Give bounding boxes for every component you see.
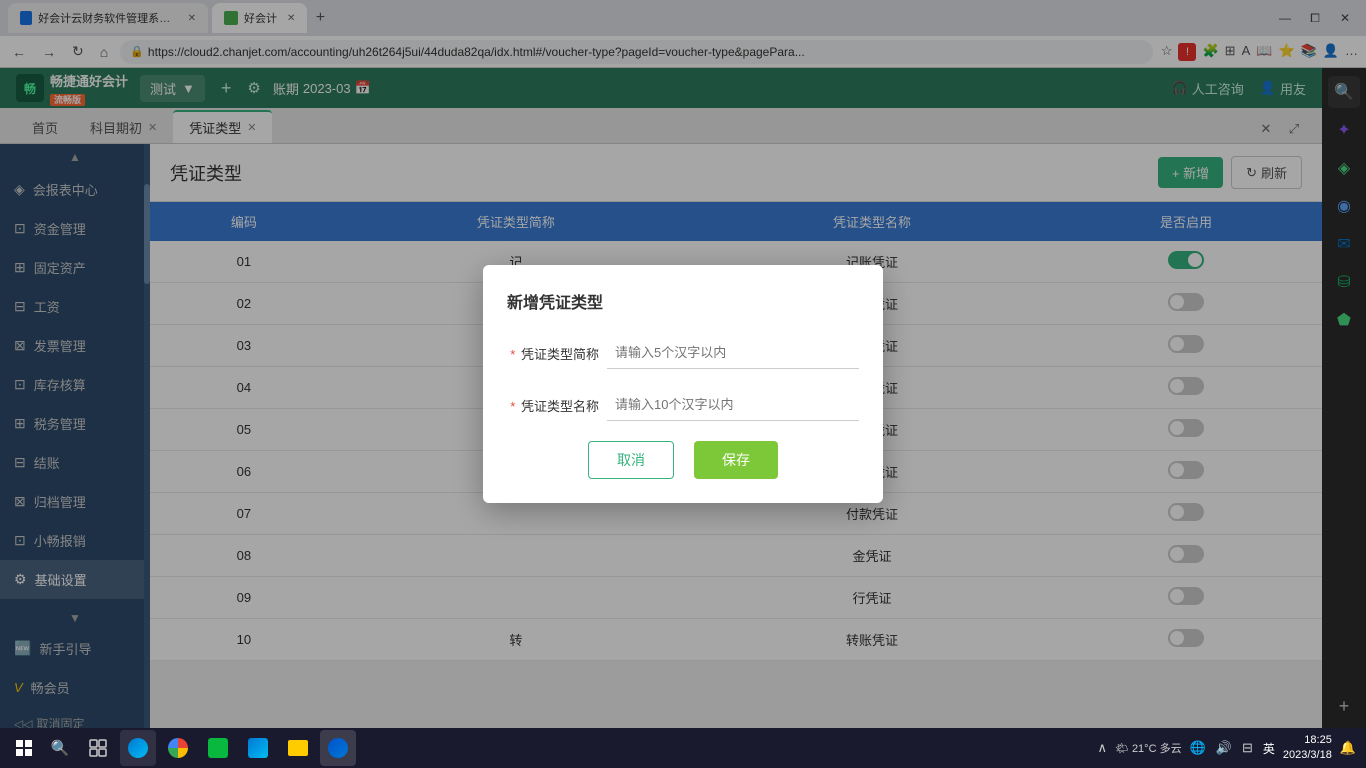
abbr-input[interactable] — [607, 337, 859, 369]
modal-title: 新增凭证类型 — [507, 289, 859, 313]
modal-label-abbr: * 凭证类型简称 — [507, 344, 607, 363]
taskbar-app-store[interactable] — [240, 730, 276, 766]
modal-box: 新增凭证类型 * 凭证类型简称 * 凭证类型名称 取消 保存 — [483, 265, 883, 503]
required-star-name: * — [510, 399, 515, 414]
battery-icon[interactable]: ⊟ — [1240, 740, 1255, 756]
weather-text: 21°C 多云 — [1132, 740, 1182, 756]
systray: ∧ — [1095, 740, 1109, 756]
taskbar-app-folder[interactable] — [280, 730, 316, 766]
modal-overlay: 新增凭证类型 * 凭证类型简称 * 凭证类型名称 取消 保存 — [0, 0, 1366, 768]
clock-date: 2023/3/18 — [1283, 748, 1332, 763]
weather-info: 🌤 21°C 多云 — [1115, 740, 1182, 756]
network-icon[interactable]: 🌐 — [1188, 740, 1208, 756]
clock[interactable]: 18:25 2023/3/18 — [1283, 733, 1332, 764]
taskbar-right: ∧ 🌤 21°C 多云 🌐 🔊 ⊟ 英 18:25 2023/3/18 🔔 — [1095, 733, 1358, 764]
taskbar-app-edge[interactable] — [120, 730, 156, 766]
notifications-icon[interactable]: 🔔 — [1338, 740, 1358, 756]
clock-time: 18:25 — [1283, 733, 1332, 748]
label-text-name: 凭证类型名称 — [521, 399, 599, 414]
taskbar: 🔍 ∧ 🌤 21°C 多云 🌐 🔊 ⊟ 英 18:25 2023/3/18 — [0, 728, 1366, 768]
taskbar-app-task-view[interactable] — [80, 730, 116, 766]
modal-field-name: * 凭证类型名称 — [507, 389, 859, 421]
taskbar-app-chrome[interactable] — [160, 730, 196, 766]
modal-field-abbr: * 凭证类型简称 — [507, 337, 859, 369]
start-button[interactable] — [8, 732, 40, 764]
taskbar-app-wechat[interactable] — [200, 730, 236, 766]
taskbar-app-edge2[interactable] — [320, 730, 356, 766]
sound-icon[interactable]: 🔊 — [1214, 740, 1234, 756]
name-input[interactable] — [607, 389, 859, 421]
required-star-abbr: * — [510, 347, 515, 362]
chevron-up-icon[interactable]: ∧ — [1095, 740, 1109, 756]
label-text-abbr: 凭证类型简称 — [521, 347, 599, 362]
taskbar-search-button[interactable]: 🔍 — [44, 732, 76, 764]
save-button[interactable]: 保存 — [694, 441, 778, 479]
cancel-button[interactable]: 取消 — [588, 441, 674, 479]
modal-label-name: * 凭证类型名称 — [507, 396, 607, 415]
lang-indicator[interactable]: 英 — [1261, 740, 1277, 757]
modal-buttons: 取消 保存 — [507, 441, 859, 479]
weather-icon: 🌤 — [1115, 742, 1129, 755]
